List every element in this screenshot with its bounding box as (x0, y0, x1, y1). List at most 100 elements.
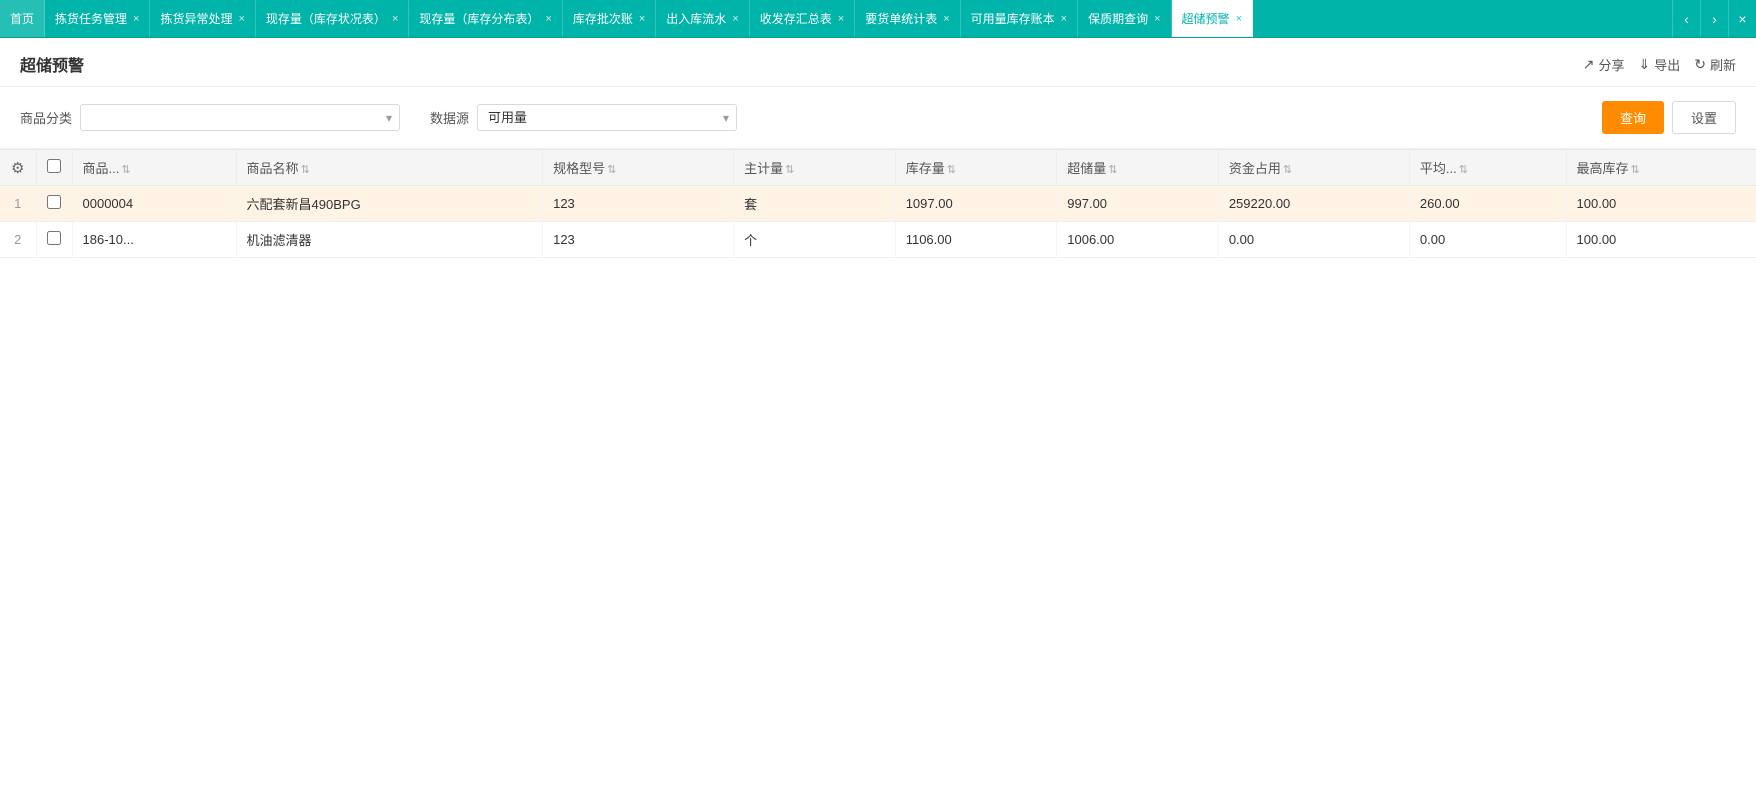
nav-tab-label-quality: 保质期查询 (1088, 10, 1148, 27)
datasource-filter-group: 数据源 可用量 (430, 104, 737, 131)
top-nav: 首页拣货任务管理×拣货异常处理×现存量（库存状况表）×现存量（库存分布表）×库存… (0, 0, 1756, 38)
nav-tab-close-collect[interactable]: × (838, 13, 844, 25)
query-button[interactable]: 查询 (1602, 101, 1664, 134)
row-checkbox[interactable] (36, 186, 72, 222)
page-header: 超储预警 ↗ 分享 ⇓ 导出 ↻ 刷新 (0, 38, 1756, 87)
nav-tab-collect[interactable]: 收发存汇总表 × (750, 0, 855, 37)
sort-spec-icon: ⇅ (607, 164, 616, 176)
row-overstock: 997.00 (1057, 186, 1219, 222)
nav-tab-label-overstock: 超储预警 (1182, 10, 1230, 27)
nav-arrows: ‹ › × (1672, 0, 1756, 38)
filter-area: 商品分类 数据源 可用量 查询 设置 (0, 87, 1756, 149)
filter-actions: 查询 设置 (1602, 101, 1736, 134)
nav-tab-inout-flow[interactable]: 出入库流水× (656, 0, 749, 37)
col-maxstock[interactable]: 最高库存⇅ (1566, 150, 1756, 186)
col-settings[interactable]: ⚙ (0, 150, 36, 186)
row-stock: 1106.00 (895, 222, 1057, 258)
sort-avg-icon: ⇅ (1459, 164, 1468, 176)
category-filter-group: 商品分类 (20, 104, 400, 131)
sort-maxstock-icon: ⇅ (1631, 164, 1640, 176)
row-stock: 1097.00 (895, 186, 1057, 222)
row-num: 2 (0, 222, 36, 258)
nav-tab-close-available[interactable]: × (1061, 13, 1067, 25)
row-code: 186-10... (72, 222, 236, 258)
nav-tab-overstock[interactable]: 超储预警 × (1172, 0, 1253, 37)
row-avg: 0.00 (1409, 222, 1566, 258)
nav-tab-inventory-dist[interactable]: 现存量（库存分布表） × (409, 0, 562, 37)
sort-name-icon: ⇅ (301, 164, 310, 176)
nav-tab-abnormal[interactable]: 拣货异常处理 × (150, 0, 255, 37)
row-unit: 个 (734, 222, 896, 258)
export-icon: ⇓ (1639, 56, 1651, 73)
nav-tab-label-inventory-status: 现存量（库存状况表） (266, 10, 386, 27)
nav-tab-close-inout-flow[interactable]: × (732, 13, 738, 25)
row-name: 机油滤清器 (236, 222, 543, 258)
datasource-label: 数据源 (430, 108, 469, 127)
refresh-button[interactable]: ↻ 刷新 (1694, 55, 1736, 74)
table-body: 1 0000004六配套新昌490BPG123套1097.00997.002592… (0, 186, 1756, 258)
share-button[interactable]: ↗ 分享 (1583, 55, 1625, 74)
col-checkbox[interactable] (36, 150, 72, 186)
col-name[interactable]: 商品名称⇅ (236, 150, 543, 186)
nav-tab-quality[interactable]: 保质期查询 × (1078, 0, 1171, 37)
nav-tab-label-collect: 收发存汇总表 (760, 10, 832, 27)
nav-tab-close-overstock[interactable]: × (1236, 13, 1242, 25)
nav-tab-close-quality[interactable]: × (1154, 13, 1160, 25)
datasource-select-wrapper: 可用量 (477, 104, 737, 131)
row-capital: 259220.00 (1218, 186, 1409, 222)
nav-tab-close-demand[interactable]: × (943, 13, 949, 25)
row-num: 1 (0, 186, 36, 222)
row-checkbox[interactable] (36, 222, 72, 258)
row-checkbox-input[interactable] (47, 195, 61, 209)
nav-tab-available[interactable]: 可用量库存账本 × (961, 0, 1078, 37)
row-name: 六配套新昌490BPG (236, 186, 543, 222)
col-code[interactable]: 商品...⇅ (72, 150, 236, 186)
row-code: 0000004 (72, 186, 236, 222)
category-select[interactable] (80, 104, 400, 131)
table-row[interactable]: 2186-10...机油滤清器123个1106.001006.000.000.0… (0, 222, 1756, 258)
nav-tab-close-inventory-status[interactable]: × (392, 13, 398, 25)
nav-close-btn[interactable]: × (1728, 0, 1756, 38)
settings-button[interactable]: 设置 (1672, 101, 1736, 134)
row-capital: 0.00 (1218, 222, 1409, 258)
refresh-icon: ↻ (1694, 56, 1706, 73)
nav-tab-close-abnormal[interactable]: × (238, 13, 244, 25)
col-capital[interactable]: 资金占用⇅ (1218, 150, 1409, 186)
main-content: 超储预警 ↗ 分享 ⇓ 导出 ↻ 刷新 商品分类 (0, 38, 1756, 800)
nav-next-btn[interactable]: › (1700, 0, 1728, 38)
category-select-wrapper (80, 104, 400, 131)
datasource-select[interactable]: 可用量 (477, 104, 737, 131)
nav-prev-btn[interactable]: ‹ (1672, 0, 1700, 38)
nav-tab-label-batch: 库存批次账 (573, 10, 633, 27)
row-spec: 123 (543, 222, 734, 258)
row-overstock: 1006.00 (1057, 222, 1219, 258)
row-unit: 套 (734, 186, 896, 222)
row-maxstock: 100.00 (1566, 222, 1756, 258)
sort-stock-icon: ⇅ (947, 164, 956, 176)
nav-tab-label-abnormal: 拣货异常处理 (160, 10, 232, 27)
nav-tab-label-available: 可用量库存账本 (971, 10, 1055, 27)
nav-tab-batch[interactable]: 库存批次账 × (563, 0, 656, 37)
settings-gear-icon[interactable]: ⚙ (11, 160, 24, 177)
row-checkbox-input[interactable] (47, 231, 61, 245)
col-stock[interactable]: 库存量⇅ (895, 150, 1057, 186)
col-spec[interactable]: 规格型号⇅ (543, 150, 734, 186)
nav-tab-close-task[interactable]: × (133, 13, 139, 25)
col-overstock[interactable]: 超储量⇅ (1057, 150, 1219, 186)
nav-tab-label-demand: 要货单统计表 (865, 10, 937, 27)
col-unit[interactable]: 主计量⇅ (734, 150, 896, 186)
nav-tab-label-inventory-dist: 现存量（库存分布表） (419, 10, 539, 27)
col-avg[interactable]: 平均...⇅ (1409, 150, 1566, 186)
nav-tab-demand[interactable]: 要货单统计表 × (855, 0, 960, 37)
nav-tab-home[interactable]: 首页 (0, 0, 45, 37)
select-all-checkbox[interactable] (47, 159, 61, 173)
share-icon: ↗ (1583, 56, 1595, 73)
page-title: 超储预警 (20, 52, 84, 76)
nav-tab-close-batch[interactable]: × (639, 13, 645, 25)
export-button[interactable]: ⇓ 导出 (1639, 55, 1681, 74)
nav-tab-inventory-status[interactable]: 现存量（库存状况表） × (256, 0, 409, 37)
table-row[interactable]: 10000004六配套新昌490BPG123套1097.00997.002592… (0, 186, 1756, 222)
nav-tab-task[interactable]: 拣货任务管理× (45, 0, 150, 37)
sort-unit-icon: ⇅ (785, 164, 794, 176)
nav-tab-close-inventory-dist[interactable]: × (545, 13, 551, 25)
